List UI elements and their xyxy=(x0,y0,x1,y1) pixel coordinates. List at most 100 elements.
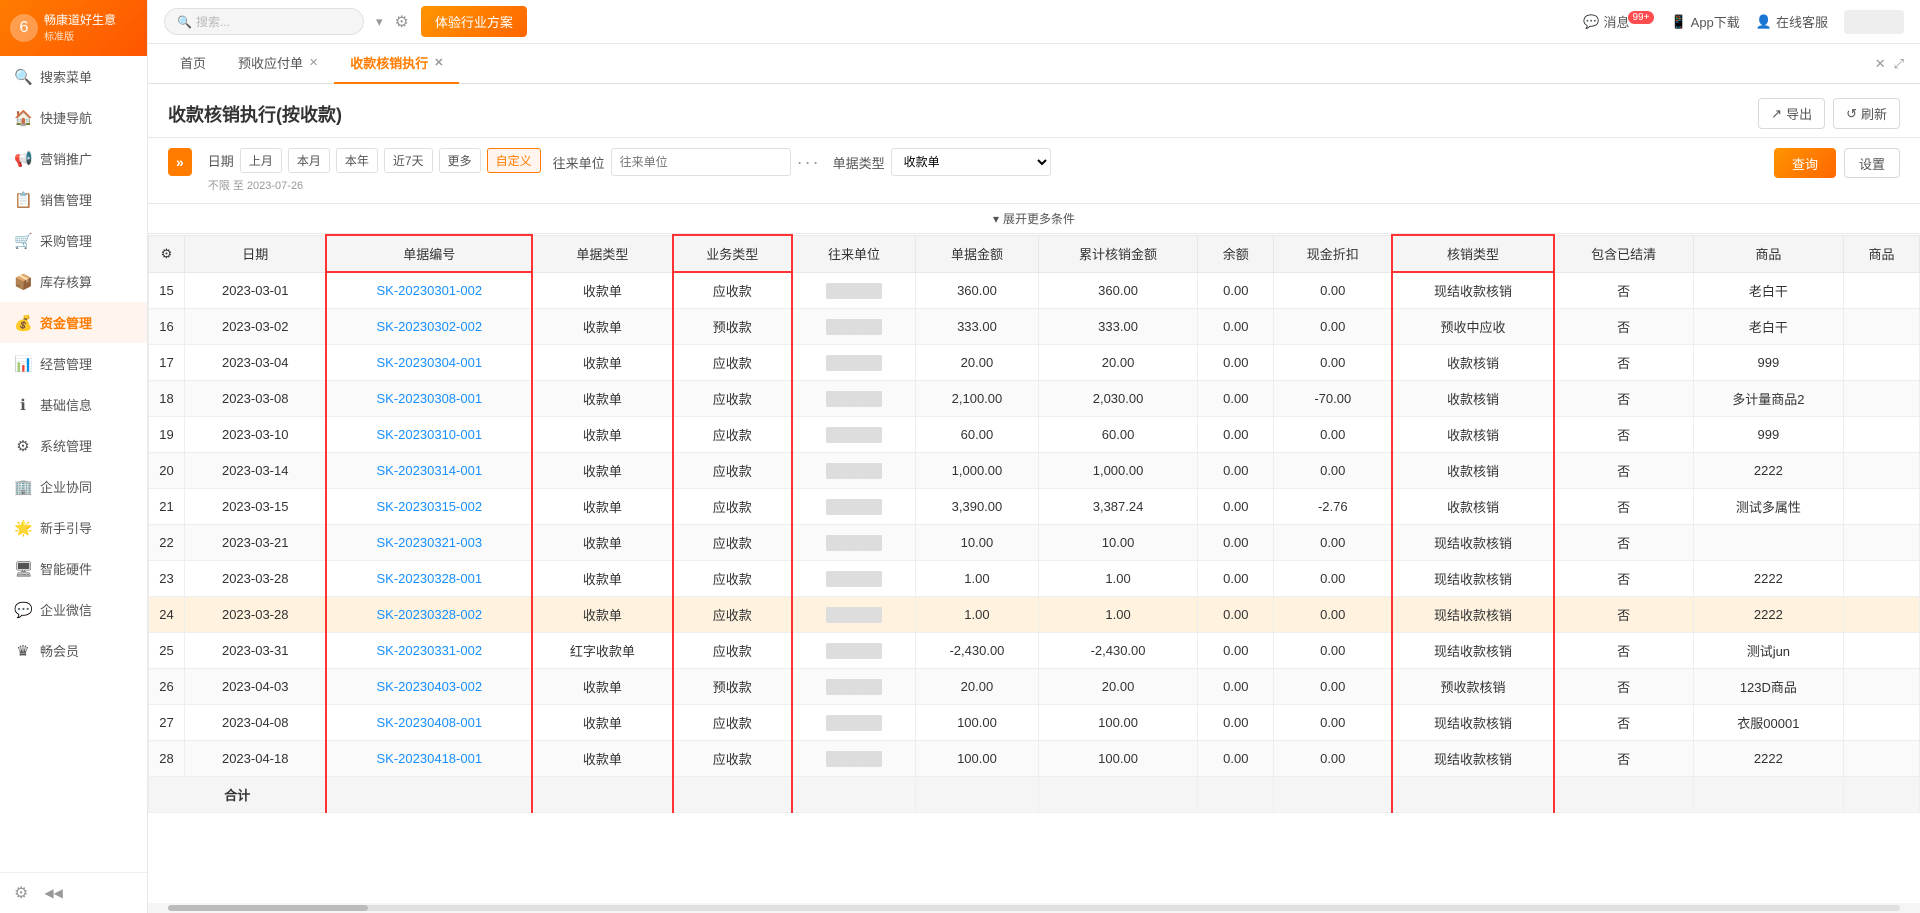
col-discount: 现金折扣 xyxy=(1274,235,1393,272)
settings-bottom-icon[interactable]: ⚙ xyxy=(14,883,28,903)
row-amount: 360.00 xyxy=(916,272,1038,309)
row-doc-type: 收款单 xyxy=(532,597,672,633)
row-doc-no[interactable]: SK-20230308-001 xyxy=(326,381,532,417)
sidebar-item-inventory[interactable]: 📦 库存核算 xyxy=(0,261,147,302)
tabs-right-controls: ✕ ⤢ xyxy=(1875,56,1904,72)
tab-expand-icon[interactable]: ⤢ xyxy=(1894,56,1904,72)
row-discount: 0.00 xyxy=(1274,741,1393,777)
sidebar-item-member[interactable]: ♛ 畅会员 xyxy=(0,630,147,671)
tab-collection-close-icon[interactable]: ✕ xyxy=(434,56,443,69)
horizontal-scrollbar[interactable] xyxy=(148,903,1920,913)
row-doc-type: 收款单 xyxy=(532,669,672,705)
sidebar-item-marketing[interactable]: 📢 营销推广 xyxy=(0,138,147,179)
sidebar-item-basic[interactable]: ℹ 基础信息 xyxy=(0,384,147,425)
row-doc-no[interactable]: SK-20230321-003 xyxy=(326,525,532,561)
collapse-icon[interactable]: ◀◀ xyxy=(44,886,62,900)
sidebar-item-label: 快捷导航 xyxy=(40,108,92,127)
sidebar-item-wechat[interactable]: 💬 企业微信 xyxy=(0,589,147,630)
row-doc-no[interactable]: SK-20230310-001 xyxy=(326,417,532,453)
sidebar-item-search[interactable]: 🔍 搜索菜单 xyxy=(0,56,147,97)
purchase-icon: 🛒 xyxy=(14,232,32,250)
sidebar-item-label: 销售管理 xyxy=(40,190,92,209)
export-button[interactable]: ↗ 导出 xyxy=(1758,98,1825,129)
row-doc-no[interactable]: SK-20230315-002 xyxy=(326,489,532,525)
operations-icon: 📊 xyxy=(14,355,32,373)
expand-more-button[interactable]: ▾ 展开更多条件 xyxy=(993,210,1075,227)
filter-7days-btn[interactable]: 近7天 xyxy=(384,148,433,173)
inventory-icon: 📦 xyxy=(14,273,32,291)
sidebar-item-sales[interactable]: 📋 销售管理 xyxy=(0,179,147,220)
row-verified: 3,387.24 xyxy=(1038,489,1198,525)
filter-last-month-btn[interactable]: 上月 xyxy=(240,148,282,173)
scrollbar-thumb[interactable] xyxy=(168,905,368,911)
row-amount: 333.00 xyxy=(916,309,1038,345)
row-doc-no[interactable]: SK-20230408-001 xyxy=(326,705,532,741)
sidebar-item-label: 新手引导 xyxy=(40,518,92,537)
row-doc-no[interactable]: SK-20230302-002 xyxy=(326,309,532,345)
partner-dots-icon[interactable]: ··· xyxy=(797,152,821,173)
row-discount: 0.00 xyxy=(1274,561,1393,597)
page-actions: ↗ 导出 ↺ 刷新 xyxy=(1758,98,1900,129)
row-amount: 2,100.00 xyxy=(916,381,1038,417)
sidebar-item-system[interactable]: ⚙ 系统管理 xyxy=(0,425,147,466)
app-download-button[interactable]: 📱 App下载 xyxy=(1670,12,1739,31)
row-doc-no[interactable]: SK-20230314-001 xyxy=(326,453,532,489)
row-doc-no[interactable]: SK-20230301-002 xyxy=(326,272,532,309)
main-area: 🔍 搜索... ▾ ⚙ 体验行业方案 💬 消息 99+ 📱 App下载 👤 在线… xyxy=(148,0,1920,913)
filter-toggle-button[interactable]: » xyxy=(168,148,192,176)
footer-cancel-type xyxy=(1392,777,1553,813)
sidebar-item-operations[interactable]: 📊 经营管理 xyxy=(0,343,147,384)
table-row: 242023-03-28SK-20230328-002收款单应收款██████1… xyxy=(149,597,1920,633)
col-doc-type: 单据类型 xyxy=(532,235,672,272)
query-button[interactable]: 查询 xyxy=(1774,148,1836,178)
row-doc-no[interactable]: SK-20230328-001 xyxy=(326,561,532,597)
row-partner: ██████ xyxy=(792,561,916,597)
topbar-search-box[interactable]: 🔍 搜索... xyxy=(164,8,364,35)
doctype-select[interactable]: 收款单 红字收款单 xyxy=(891,148,1051,176)
row-cancel-type: 现结收款核销 xyxy=(1392,597,1553,633)
sidebar-item-guide[interactable]: 🌟 新手引导 xyxy=(0,507,147,548)
filter-settings-button[interactable]: 设置 xyxy=(1844,148,1900,178)
row-doc-no[interactable]: SK-20230304-001 xyxy=(326,345,532,381)
messages-button[interactable]: 💬 消息 99+ xyxy=(1583,12,1654,31)
partner-input[interactable] xyxy=(611,148,791,176)
row-date: 2023-03-21 xyxy=(185,525,327,561)
row-include-settled: 否 xyxy=(1554,345,1694,381)
sidebar-item-purchase[interactable]: 🛒 采购管理 xyxy=(0,220,147,261)
sidebar-item-finance[interactable]: 💰 资金管理 xyxy=(0,302,147,343)
tab-prepay[interactable]: 预收应付单 ✕ xyxy=(222,44,334,84)
row-date: 2023-03-04 xyxy=(185,345,327,381)
filter-right: 查询 设置 xyxy=(1774,148,1900,178)
row-verified: -2,430.00 xyxy=(1038,633,1198,669)
sidebar-item-quick[interactable]: 🏠 快捷导航 xyxy=(0,97,147,138)
col-settings[interactable]: ⚙ xyxy=(149,235,185,272)
row-doc-no[interactable]: SK-20230328-002 xyxy=(326,597,532,633)
sidebar-item-corp[interactable]: 🏢 企业协同 xyxy=(0,466,147,507)
sidebar-item-hardware[interactable]: 🖥 智能硬件 xyxy=(0,548,147,589)
tab-prepay-close-icon[interactable]: ✕ xyxy=(309,56,318,69)
tab-close-all-icon[interactable]: ✕ xyxy=(1875,56,1886,72)
row-doc-type: 收款单 xyxy=(532,741,672,777)
user-avatar[interactable] xyxy=(1844,10,1904,34)
filter-this-year-btn[interactable]: 本年 xyxy=(336,148,378,173)
row-id: 27 xyxy=(149,705,185,741)
row-goods: 测试jun xyxy=(1693,633,1843,669)
row-doc-no[interactable]: SK-20230331-002 xyxy=(326,633,532,669)
row-cancel-type: 现结收款核销 xyxy=(1392,272,1553,309)
filter-date-range: 不限 至 2023-07-26 xyxy=(208,177,541,193)
tab-home[interactable]: 首页 xyxy=(164,44,222,84)
industry-solution-button[interactable]: 体验行业方案 xyxy=(421,6,527,37)
row-doc-no[interactable]: SK-20230418-001 xyxy=(326,741,532,777)
row-id: 20 xyxy=(149,453,185,489)
row-biz-type: 应收款 xyxy=(673,489,792,525)
row-doc-no[interactable]: SK-20230403-002 xyxy=(326,669,532,705)
filter-more-btn[interactable]: 更多 xyxy=(439,148,481,173)
filter-custom-btn[interactable]: 自定义 xyxy=(487,148,541,173)
refresh-button[interactable]: ↺ 刷新 xyxy=(1833,98,1900,129)
filter-this-month-btn[interactable]: 本月 xyxy=(288,148,330,173)
app-name: 畅康道好生意 xyxy=(44,13,116,29)
online-service-button[interactable]: 👤 在线客服 xyxy=(1756,12,1828,31)
tab-collection[interactable]: 收款核销执行 ✕ xyxy=(334,44,459,84)
gear-icon[interactable]: ⚙ xyxy=(395,12,409,32)
table-area[interactable]: ⚙ 日期 单据编号 单据类型 业务类型 往来单位 单据金额 累计核销金额 余额 … xyxy=(148,234,1920,903)
